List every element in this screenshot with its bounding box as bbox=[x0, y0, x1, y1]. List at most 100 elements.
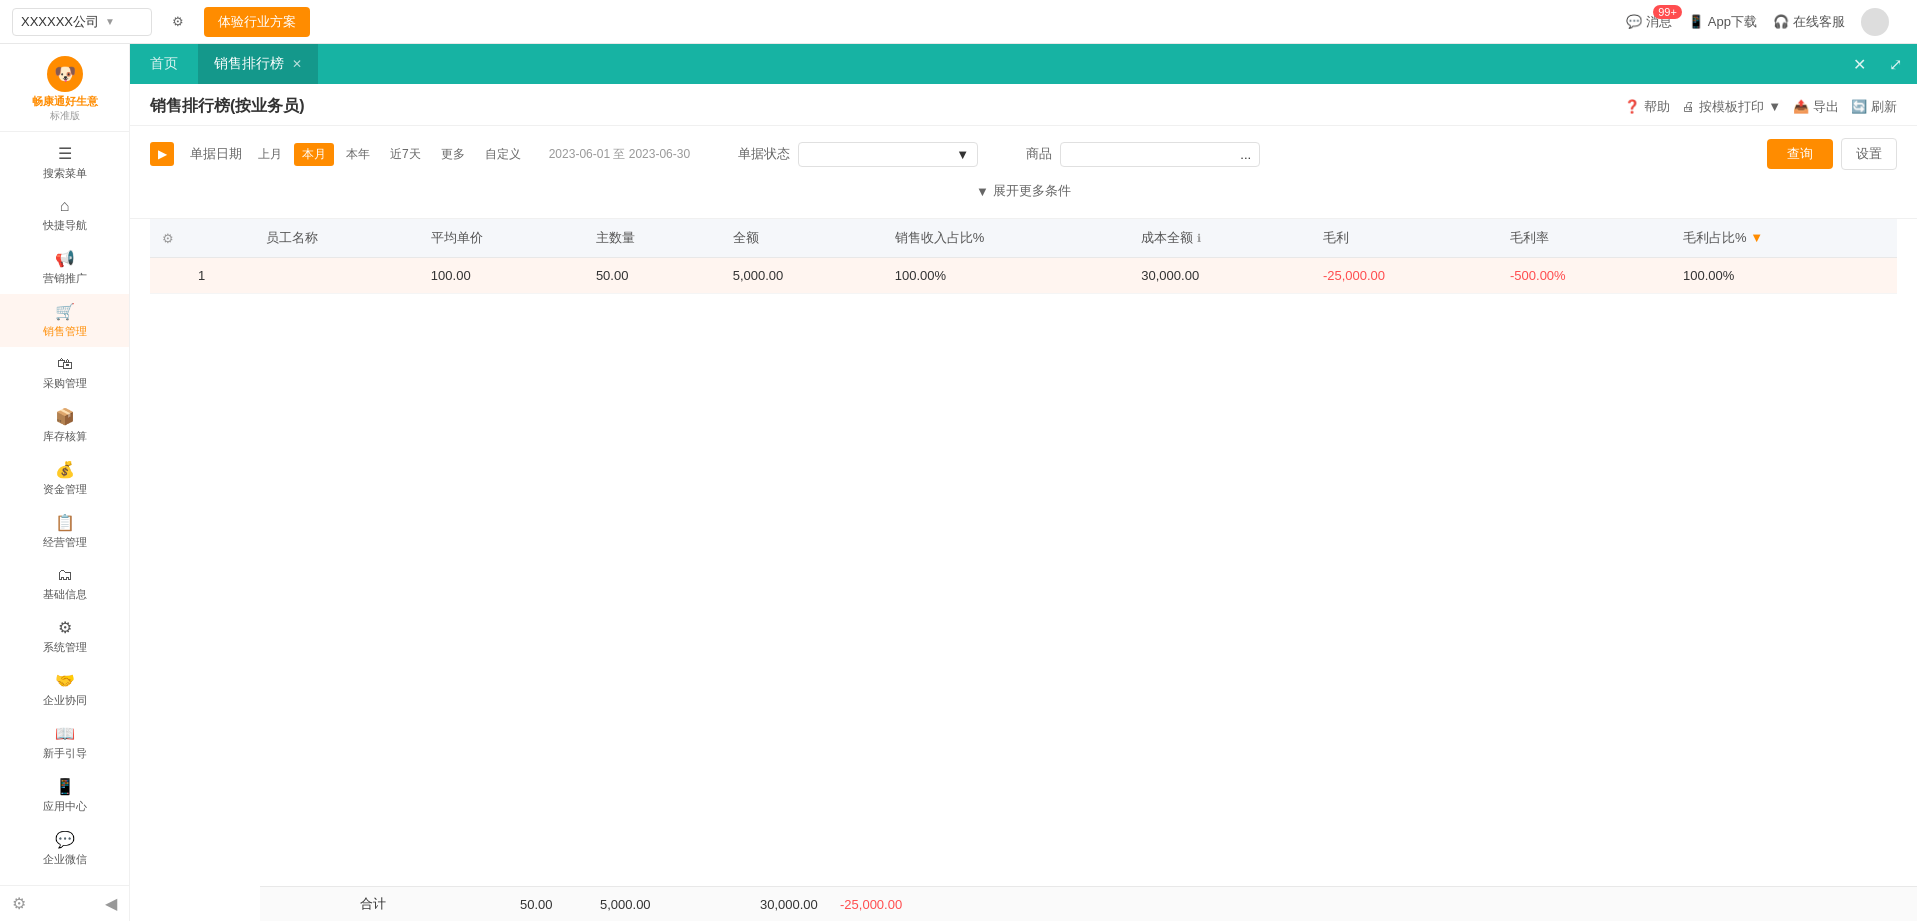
message-button[interactable]: 💬 消息 99+ bbox=[1626, 13, 1672, 31]
goods-filter: 商品 ... bbox=[1026, 142, 1260, 167]
refresh-button[interactable]: 🔄 刷新 bbox=[1851, 98, 1897, 116]
goods-select[interactable]: ... bbox=[1060, 142, 1260, 167]
sidebar-label-purchase: 采购管理 bbox=[43, 376, 87, 391]
sidebar-item-marketing[interactable]: 📢 营销推广 bbox=[0, 241, 129, 294]
status-select[interactable]: ▼ bbox=[798, 142, 978, 167]
sidebar-label-wechat: 企业微信 bbox=[43, 852, 87, 867]
sidebar-item-guide[interactable]: 📖 新手引导 bbox=[0, 716, 129, 769]
sidebar-label-marketing: 营销推广 bbox=[43, 271, 87, 286]
table-footer: 合计 50.00 5,000.00 30,000.00 -25,000.00 bbox=[260, 886, 1917, 921]
system-icon: ⚙ bbox=[58, 618, 72, 637]
app-dl-label: App下载 bbox=[1708, 13, 1757, 31]
sidebar-item-enterprise[interactable]: 🤝 企业协同 bbox=[0, 663, 129, 716]
sidebar-item-quick-nav[interactable]: ⌂ 快捷导航 bbox=[0, 189, 129, 241]
row-rank: 1 bbox=[186, 258, 254, 294]
date-tab-this-year[interactable]: 本年 bbox=[338, 143, 378, 166]
sidebar-item-system[interactable]: ⚙ 系统管理 bbox=[0, 610, 129, 663]
col-cost: 成本全额 ℹ bbox=[1129, 219, 1311, 258]
settings-button[interactable]: 设置 bbox=[1841, 138, 1897, 170]
print-button[interactable]: 🖨 按模板打印 ▼ bbox=[1682, 98, 1781, 116]
filter-toggle-button[interactable]: ▶ bbox=[150, 142, 174, 166]
sidebar-item-basic-info[interactable]: 🗂 基础信息 bbox=[0, 558, 129, 610]
tab-bar: 首页 销售排行榜 ✕ ✕ ⤢ bbox=[130, 44, 1917, 84]
tab-window-close-button[interactable]: ✕ bbox=[1845, 50, 1873, 78]
date-tab-last-month[interactable]: 上月 bbox=[250, 143, 290, 166]
data-table-container: ⚙ 员工名称 平均单价 主数量 全额 销售收入占比% 成本全额 bbox=[130, 219, 1917, 885]
tab-sales-rank[interactable]: 销售排行榜 ✕ bbox=[198, 44, 318, 84]
tab-sales-rank-close[interactable]: ✕ bbox=[292, 57, 302, 71]
refresh-icon: 🔄 bbox=[1851, 99, 1867, 114]
sidebar-label-finance: 资金管理 bbox=[43, 482, 87, 497]
status-filter: 单据状态 ▼ bbox=[738, 142, 978, 167]
sidebar-item-sales[interactable]: 🛒 销售管理 bbox=[0, 294, 129, 347]
sidebar-nav: ☰ 搜索菜单 ⌂ 快捷导航 📢 营销推广 🛒 销售管理 🛍 采购管理 bbox=[0, 132, 129, 885]
date-filter-label: 单据日期 bbox=[190, 145, 242, 163]
footer-amount: 5,000.00 bbox=[600, 897, 680, 912]
goods-filter-label: 商品 bbox=[1026, 145, 1052, 163]
sidebar-item-apps[interactable]: 📱 应用中心 bbox=[0, 769, 129, 822]
sidebar-settings-icon[interactable]: ⚙ bbox=[12, 894, 26, 913]
col-settings[interactable]: ⚙ bbox=[150, 219, 186, 258]
cost-info-icon[interactable]: ℹ bbox=[1197, 232, 1201, 244]
sidebar-label-system: 系统管理 bbox=[43, 640, 87, 655]
quick-nav-icon: ⌂ bbox=[60, 197, 70, 215]
col-gross-rate: 毛利率 bbox=[1498, 219, 1671, 258]
online-service-icon: 🎧 bbox=[1773, 14, 1789, 29]
export-label: 导出 bbox=[1813, 98, 1839, 116]
query-button[interactable]: 查询 bbox=[1767, 139, 1833, 169]
finance-icon: 💰 bbox=[55, 460, 75, 479]
refresh-label: 刷新 bbox=[1871, 98, 1897, 116]
tab-window-expand-button[interactable]: ⤢ bbox=[1881, 50, 1909, 78]
print-label: 按模板打印 bbox=[1699, 98, 1764, 116]
help-button[interactable]: ❓ 帮助 bbox=[1624, 98, 1670, 116]
logo-icon: 🐶 bbox=[47, 56, 83, 92]
row-gross: -25,000.00 bbox=[1311, 258, 1498, 294]
print-icon: 🖨 bbox=[1682, 99, 1695, 114]
status-chevron-icon: ▼ bbox=[956, 147, 969, 162]
app-dl-icon: 📱 bbox=[1688, 14, 1704, 29]
sidebar-label-sales: 销售管理 bbox=[43, 324, 87, 339]
expand-chevron-icon: ▼ bbox=[976, 184, 989, 199]
col-rank bbox=[186, 219, 254, 258]
app-download-button[interactable]: 📱 App下载 bbox=[1688, 13, 1757, 31]
sidebar-item-purchase[interactable]: 🛍 采购管理 bbox=[0, 347, 129, 399]
row-avg-price: 100.00 bbox=[419, 258, 584, 294]
logo-area: 🐶 畅康通好生意 标准版 bbox=[0, 44, 129, 132]
sidebar-label-apps: 应用中心 bbox=[43, 799, 87, 814]
operations-icon: 📋 bbox=[55, 513, 75, 532]
try-solution-button[interactable]: 体验行业方案 bbox=[204, 7, 310, 37]
sales-icon: 🛒 bbox=[55, 302, 75, 321]
footer-cost: 30,000.00 bbox=[760, 897, 840, 912]
footer-main-qty: 50.00 bbox=[520, 897, 600, 912]
company-selector[interactable]: XXXXXX公司 ▼ bbox=[12, 8, 152, 36]
date-tab-this-month[interactable]: 本月 bbox=[294, 143, 334, 166]
sidebar-item-wechat[interactable]: 💬 企业微信 bbox=[0, 822, 129, 875]
wechat-icon: 💬 bbox=[55, 830, 75, 849]
col-avg-price: 平均单价 bbox=[419, 219, 584, 258]
expand-filter-button[interactable]: ▼ 展开更多条件 bbox=[150, 176, 1897, 206]
col-sales-pct: 销售收入占比% bbox=[883, 219, 1130, 258]
sidebar-item-finance[interactable]: 💰 资金管理 bbox=[0, 452, 129, 505]
online-service-button[interactable]: 🎧 在线客服 bbox=[1773, 13, 1845, 31]
export-button[interactable]: 📤 导出 bbox=[1793, 98, 1839, 116]
sidebar-item-operations[interactable]: 📋 经营管理 bbox=[0, 505, 129, 558]
top-settings-button[interactable]: ⚙ bbox=[162, 6, 194, 38]
date-tab-custom[interactable]: 自定义 bbox=[477, 143, 529, 166]
avatar[interactable] bbox=[1861, 8, 1889, 36]
tab-home[interactable]: 首页 bbox=[130, 44, 198, 84]
date-tab-more[interactable]: 更多 bbox=[433, 143, 473, 166]
company-chevron-icon: ▼ bbox=[105, 16, 115, 27]
marketing-icon: 📢 bbox=[55, 249, 75, 268]
gross-pct-sort-icon[interactable]: ▼ bbox=[1750, 230, 1763, 245]
sidebar-item-member[interactable]: V 畅会员 bbox=[0, 875, 129, 885]
sales-rank-table: ⚙ 员工名称 平均单价 主数量 全额 销售收入占比% 成本全额 bbox=[150, 219, 1897, 294]
sidebar-label-inventory: 库存核算 bbox=[43, 429, 87, 444]
col-gross-pct: 毛利占比% ▼ bbox=[1671, 219, 1897, 258]
help-label: 帮助 bbox=[1644, 98, 1670, 116]
date-tab-7days[interactable]: 近7天 bbox=[382, 143, 429, 166]
col-main-qty: 主数量 bbox=[584, 219, 721, 258]
sidebar-collapse-icon[interactable]: ◀ bbox=[105, 894, 117, 913]
purchase-icon: 🛍 bbox=[57, 355, 73, 373]
sidebar-item-inventory[interactable]: 📦 库存核算 bbox=[0, 399, 129, 452]
sidebar-item-search-order[interactable]: ☰ 搜索菜单 bbox=[0, 136, 129, 189]
